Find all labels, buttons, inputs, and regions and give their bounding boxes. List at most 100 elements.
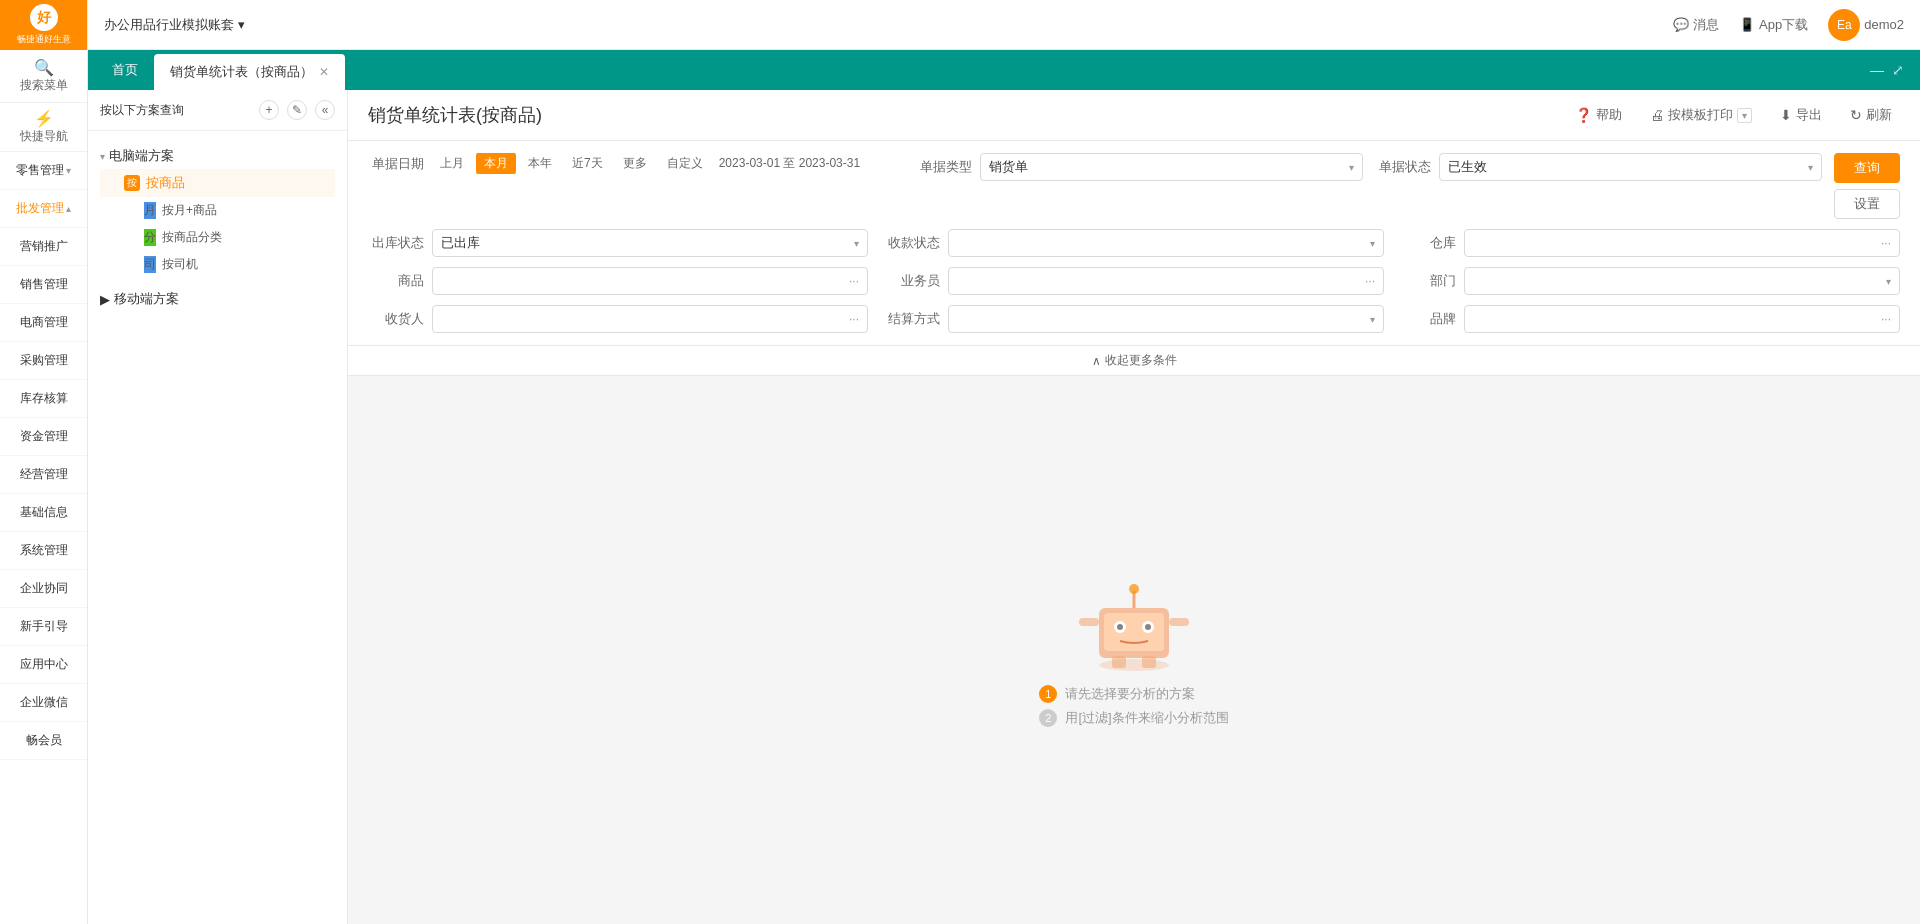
department-arrow: ▾ (1886, 276, 1891, 287)
sidebar-item-weixin[interactable]: 企业微信 (0, 684, 87, 722)
date-tab-last-month[interactable]: 上月 (432, 153, 472, 174)
svg-point-5 (1117, 624, 1123, 630)
sidebar-item-apps[interactable]: 应用中心 (0, 646, 87, 684)
date-filter: 上月 本月 本年 近7天 更多 自定义 2023-03-01 至 2023-03… (432, 153, 904, 174)
receiver-select[interactable]: ··· (432, 305, 868, 333)
sidebar-item-system[interactable]: 系统管理 (0, 532, 87, 570)
mobile-group-header[interactable]: ▶ 移动端方案 (100, 286, 335, 312)
date-tab-custom[interactable]: 自定义 (659, 153, 711, 174)
sidebar-item-member[interactable]: 畅会员 (0, 722, 87, 760)
filter-row-3: 商品 ··· 业务员 ··· 部门 (368, 267, 1900, 295)
desktop-group-header[interactable]: ▾ 电脑端方案 (100, 143, 335, 169)
receiver-dots[interactable]: ··· (849, 312, 859, 326)
quick-nav[interactable]: ⚡ 快捷导航 (0, 103, 87, 152)
tabs-bar: 首页 销货单统计表（按商品） ✕ — ⤢ (88, 50, 1920, 90)
doc-status-select[interactable]: 已生效 ▾ (1439, 153, 1822, 181)
brand-select[interactable]: ··· (1464, 305, 1900, 333)
department-label: 部门 (1400, 272, 1456, 290)
tab-home[interactable]: 首页 (96, 50, 154, 90)
sidebar-item-retail[interactable]: 零售管理 ▾ (0, 152, 87, 190)
sub-scheme-icon: 司 (144, 256, 156, 273)
page-title: 销货单统计表(按商品) (368, 103, 542, 127)
sidebar-item-ecommerce[interactable]: 电商管理 (0, 304, 87, 342)
empty-illustration (1074, 573, 1194, 673)
stock-status-select[interactable]: 已出库 ▾ (432, 229, 868, 257)
department-select[interactable]: ▾ (1464, 267, 1900, 295)
svg-rect-9 (1079, 618, 1099, 626)
brand-dots[interactable]: ··· (1881, 312, 1891, 326)
sidebar-item-purchase[interactable]: 采购管理 (0, 342, 87, 380)
date-tab-this-month[interactable]: 本月 (476, 153, 516, 174)
sidebar-item-basic[interactable]: 基础信息 (0, 494, 87, 532)
user-menu[interactable]: Ea demo2 (1828, 9, 1904, 41)
doc-type-arrow: ▾ (1349, 162, 1354, 173)
refresh-btn[interactable]: ↻ 刷新 (1842, 102, 1900, 128)
filter-row-4: 收货人 ··· 结算方式 ▾ 品牌 (368, 305, 1900, 333)
logo-icon: 好 (30, 4, 58, 31)
tip-num-2: 2 (1039, 709, 1057, 727)
scheme-tree: ▾ 电脑端方案 按 按商品 月 按月+商品 分 按商品分类 (88, 131, 347, 324)
tab-close-icon[interactable]: ✕ (319, 65, 329, 79)
collapse-filters-btn[interactable]: ∧ 收起更多条件 (1092, 352, 1177, 369)
app-download-btn[interactable]: 📱 App下载 (1739, 16, 1808, 34)
warehouse-select[interactable]: ··· (1464, 229, 1900, 257)
sidebar-item-marketing[interactable]: 营销推广 (0, 228, 87, 266)
warehouse-group: 仓库 ··· (1400, 229, 1900, 257)
sidebar: 好 畅捷通好生意 🔍 搜索菜单 ⚡ 快捷导航 零售管理 ▾ 批发管理 ▴ 营销推… (0, 0, 88, 924)
collapse-panel-btn[interactable]: « (315, 100, 335, 120)
receipt-status-select[interactable]: ▾ (948, 229, 1384, 257)
sidebar-item-inventory[interactable]: 库存核算 (0, 380, 87, 418)
product-select[interactable]: ··· (432, 267, 868, 295)
sidebar-item-operations[interactable]: 经营管理 (0, 456, 87, 494)
sidebar-item-guide[interactable]: 新手引导 (0, 608, 87, 646)
date-label: 单据日期 (368, 155, 424, 173)
svg-point-6 (1145, 624, 1151, 630)
maximize-icon[interactable]: ⤢ (1892, 62, 1904, 78)
print-btn[interactable]: 🖨 按模板打印 ▾ (1642, 102, 1760, 128)
salesperson-select[interactable]: ··· (948, 267, 1384, 295)
payment-group: 结算方式 ▾ (884, 305, 1384, 333)
receiver-group: 收货人 ··· (368, 305, 868, 333)
help-btn[interactable]: ❓ 帮助 (1567, 102, 1630, 128)
app-logo: 好 畅捷通好生意 (0, 0, 87, 50)
date-tabs: 上月 本月 本年 近7天 更多 自定义 (432, 153, 711, 174)
warehouse-dots[interactable]: ··· (1881, 236, 1891, 250)
search-button[interactable]: 查询 (1834, 153, 1900, 183)
product-dots[interactable]: ··· (849, 274, 859, 288)
export-icon: ⬇ (1780, 107, 1792, 123)
svg-point-8 (1129, 584, 1139, 594)
stock-status-label: 出库状态 (368, 234, 424, 252)
scheme-by-category[interactable]: 分 按商品分类 (100, 224, 335, 251)
filter-row-2: 出库状态 已出库 ▾ 收款状态 ▾ 仓库 (368, 229, 1900, 257)
doc-type-label: 单据类型 (916, 158, 972, 176)
date-tab-more[interactable]: 更多 (615, 153, 655, 174)
sidebar-item-wholesale[interactable]: 批发管理 ▴ (0, 190, 87, 228)
export-btn[interactable]: ⬇ 导出 (1772, 102, 1830, 128)
date-range: 2023-03-01 至 2023-03-31 (719, 155, 860, 172)
sidebar-item-sales[interactable]: 销售管理 (0, 266, 87, 304)
department-group: 部门 ▾ (1400, 267, 1900, 295)
message-btn[interactable]: 💬 消息 (1673, 16, 1719, 34)
panel-actions: + ✎ « (259, 100, 335, 120)
date-tab-7days[interactable]: 近7天 (564, 153, 611, 174)
page-actions: ❓ 帮助 🖨 按模板打印 ▾ ⬇ 导出 ↻ (1567, 102, 1900, 128)
search-menu[interactable]: 🔍 搜索菜单 (0, 50, 87, 103)
date-tab-this-year[interactable]: 本年 (520, 153, 560, 174)
scheme-by-driver[interactable]: 司 按司机 (100, 251, 335, 278)
scheme-by-month-product[interactable]: 月 按月+商品 (100, 197, 335, 224)
edit-scheme-btn[interactable]: ✎ (287, 100, 307, 120)
doc-type-select[interactable]: 销货单 ▾ (980, 153, 1363, 181)
company-selector[interactable]: 办公用品行业模拟账套 ▾ (104, 16, 245, 34)
salesperson-dots[interactable]: ··· (1365, 274, 1375, 288)
scheme-by-product[interactable]: 按 按商品 (100, 169, 335, 197)
payment-arrow: ▾ (1370, 314, 1375, 325)
payment-select[interactable]: ▾ (948, 305, 1384, 333)
tab-sales-report[interactable]: 销货单统计表（按商品） ✕ (154, 54, 345, 90)
svg-point-0 (1099, 659, 1169, 671)
sidebar-item-enterprise[interactable]: 企业协同 (0, 570, 87, 608)
svg-rect-2 (1104, 613, 1164, 651)
minimize-icon[interactable]: — (1870, 62, 1884, 78)
sidebar-item-finance[interactable]: 资金管理 (0, 418, 87, 456)
setting-button[interactable]: 设置 (1834, 189, 1900, 219)
add-scheme-btn[interactable]: + (259, 100, 279, 120)
